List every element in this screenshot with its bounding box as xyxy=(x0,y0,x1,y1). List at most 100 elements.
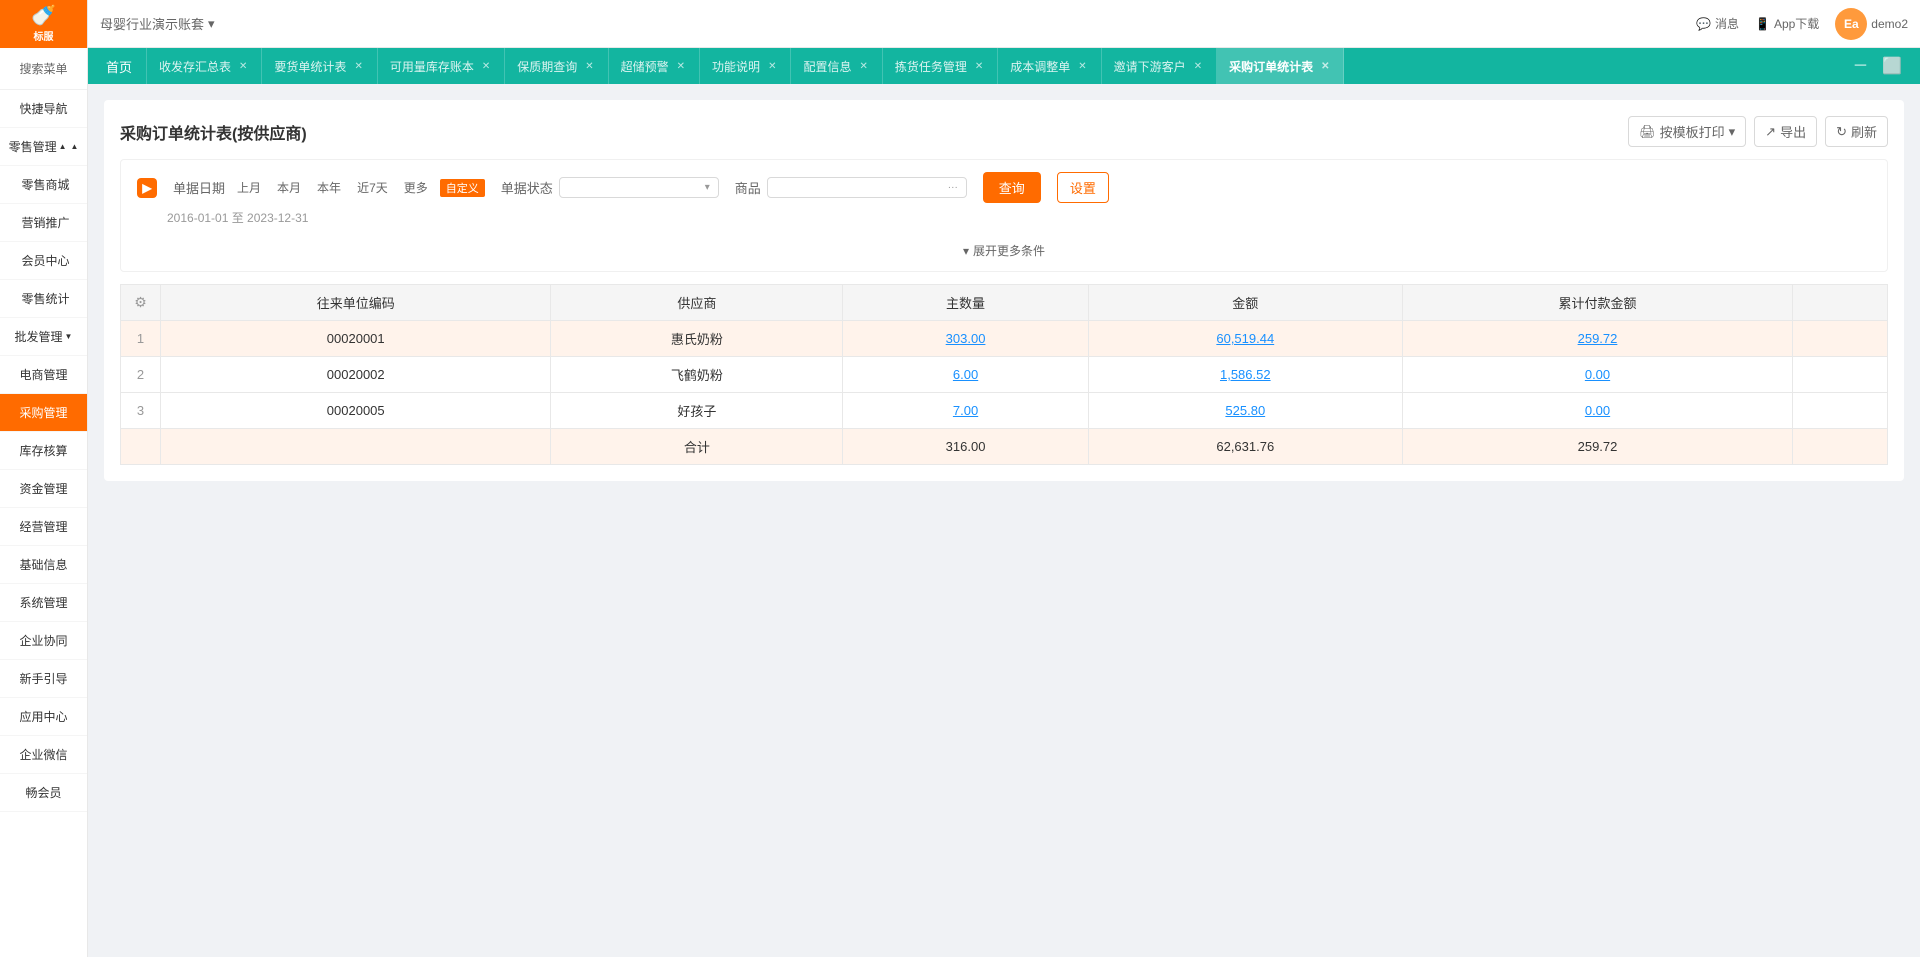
tab-gongneng-close[interactable]: ✕ xyxy=(766,59,778,74)
sidebar-item-batch[interactable]: 批发管理 ▼ xyxy=(0,318,87,356)
date-filter-label: 单据日期 xyxy=(173,178,225,197)
tab-baozhiqi[interactable]: 保质期查询 ✕ xyxy=(505,48,608,84)
export-button[interactable]: ↗ 导出 xyxy=(1754,116,1817,147)
message-label: 消息 xyxy=(1715,15,1739,32)
tab-chengben-close[interactable]: ✕ xyxy=(1076,59,1088,74)
sidebar-item-retail-stats[interactable]: 零售统计 xyxy=(0,280,87,318)
sidebar-item-finance[interactable]: 资金管理 xyxy=(0,470,87,508)
tab-caigou-close[interactable]: ✕ xyxy=(1319,59,1331,74)
tab-gongneng[interactable]: 功能说明 ✕ xyxy=(700,48,791,84)
sidebar-item-newbie[interactable]: 新手引导 xyxy=(0,660,87,698)
tab-caigou[interactable]: 采购订单统计表 ✕ xyxy=(1217,48,1344,84)
refresh-button[interactable]: ↻ 刷新 xyxy=(1825,116,1888,147)
tab-yaoqing-label: 邀请下游客户 xyxy=(1114,58,1186,75)
footer-empty1 xyxy=(121,429,161,465)
tab-home[interactable]: 首页 xyxy=(92,48,147,84)
sidebar-item-enterprise[interactable]: 企业协同 xyxy=(0,622,87,660)
shortcut-this-year[interactable]: 本年 xyxy=(311,177,347,198)
page-actions: 🖨 按模板打印 ▾ ↗ 导出 ↻ 刷新 xyxy=(1628,116,1888,147)
sidebar-item-retail[interactable]: 零售管理 ▲ xyxy=(0,128,87,166)
tab-yaohuodang[interactable]: 要货单统计表 ✕ xyxy=(262,48,377,84)
tab-peizhi-close[interactable]: ✕ xyxy=(857,59,869,74)
row2-supplier: 飞鹤奶粉 xyxy=(551,357,843,393)
sidebar-item-retail-mall[interactable]: 零售商城 xyxy=(0,166,87,204)
sidebar: 🍼 标服 搜索菜单 快捷导航 零售管理 ▲ 零售商城 营销推广 会员中心 零售统… xyxy=(0,0,88,957)
filter-area: ▶ 单据日期 上月 本月 本年 近7天 更多 自定义 xyxy=(120,159,1888,272)
filter-status-item: 单据状态 ▾ xyxy=(501,177,719,198)
logo: 🍼 标服 xyxy=(0,0,87,48)
footer-quantity: 316.00 xyxy=(843,429,1088,465)
tab-yaoqing[interactable]: 邀请下游客户 ✕ xyxy=(1102,48,1217,84)
user-name: demo2 xyxy=(1871,17,1908,31)
sidebar-item-appstore[interactable]: 应用中心 xyxy=(0,698,87,736)
sidebar-item-marketing[interactable]: 营销推广 xyxy=(0,204,87,242)
filter-date-item: 单据日期 上月 本月 本年 近7天 更多 自定义 xyxy=(173,177,485,198)
shortcut-7days[interactable]: 近7天 xyxy=(351,177,394,198)
custom-date-tag[interactable]: 自定义 xyxy=(440,179,485,197)
tab-zhuohuo-close[interactable]: ✕ xyxy=(973,59,985,74)
goods-select[interactable]: ··· xyxy=(767,177,967,198)
tab-shoufacun-close[interactable]: ✕ xyxy=(237,59,249,74)
shortcut-this-month[interactable]: 本月 xyxy=(271,177,307,198)
tab-shoufacun[interactable]: 收发存汇总表 ✕ xyxy=(147,48,262,84)
query-button[interactable]: 查询 xyxy=(983,172,1041,203)
sidebar-item-operation[interactable]: 经营管理 xyxy=(0,508,87,546)
tab-yaoqing-close[interactable]: ✕ xyxy=(1192,59,1204,74)
filter-expand-btn[interactable]: ▶ xyxy=(137,178,157,198)
expand-more-btn[interactable]: ▾ 展开更多条件 xyxy=(963,242,1045,259)
col-supplier-header: 供应商 xyxy=(551,285,843,321)
sidebar-item-wechat[interactable]: 企业微信 xyxy=(0,736,87,774)
tab-chaochu[interactable]: 超储预警 ✕ xyxy=(609,48,700,84)
tab-minimize-btn[interactable]: ─ xyxy=(1849,55,1872,77)
template-print-button[interactable]: 🖨 按模板打印 ▾ xyxy=(1628,116,1746,147)
app-download-btn[interactable]: 📱 App下载 xyxy=(1755,15,1819,32)
shortcut-more[interactable]: 更多 xyxy=(398,177,434,198)
topbar-right: 💬 消息 📱 App下载 Ea demo2 xyxy=(1696,8,1908,40)
tab-yaohuodang-close[interactable]: ✕ xyxy=(352,59,364,74)
sidebar-item-search[interactable]: 搜索菜单 xyxy=(0,48,87,90)
tab-zhuohuo-label: 拣货任务管理 xyxy=(895,58,967,75)
content-area: 采购订单统计表(按供应商) 🖨 按模板打印 ▾ ↗ 导出 ↻ 刷新 xyxy=(88,84,1920,957)
sidebar-item-vip[interactable]: 畅会员 xyxy=(0,774,87,812)
tab-shoufacun-label: 收发存汇总表 xyxy=(159,58,231,75)
workspace-selector[interactable]: 母婴行业演示账套 ▾ xyxy=(100,14,215,33)
row1-paid: 259.72 xyxy=(1402,321,1792,357)
settings-button[interactable]: 设置 xyxy=(1057,172,1109,203)
settings-icon[interactable]: ⚙ xyxy=(134,294,147,310)
tab-zhuohuo[interactable]: 拣货任务管理 ✕ xyxy=(883,48,998,84)
tab-keyongliang-close[interactable]: ✕ xyxy=(480,59,492,74)
tab-peizhi-label: 配置信息 xyxy=(803,58,851,75)
app-download-label: App下载 xyxy=(1774,15,1819,32)
col-extra xyxy=(1793,285,1888,321)
page-title: 采购订单统计表(按供应商) xyxy=(120,120,307,144)
search-menu-label[interactable]: 搜索菜单 xyxy=(6,56,81,81)
status-select[interactable]: ▾ xyxy=(559,177,719,198)
tab-keyongliang[interactable]: 可用量库存账本 ✕ xyxy=(378,48,505,84)
tab-baozhiqi-close[interactable]: ✕ xyxy=(583,59,595,74)
date-range-text: 2016-01-01 至 2023-12-31 xyxy=(167,211,308,225)
sidebar-item-inventory[interactable]: 库存核算 xyxy=(0,432,87,470)
row2-index: 2 xyxy=(121,357,161,393)
sidebar-item-ecom[interactable]: 电商管理 xyxy=(0,356,87,394)
tab-maximize-btn[interactable]: ⬜ xyxy=(1876,54,1908,78)
tab-chengben-label: 成本调整单 xyxy=(1010,58,1070,75)
tab-chaochu-close[interactable]: ✕ xyxy=(675,59,687,74)
sidebar-item-basic[interactable]: 基础信息 xyxy=(0,546,87,584)
sidebar-item-quick[interactable]: 快捷导航 xyxy=(0,90,87,128)
row3-extra xyxy=(1793,393,1888,429)
sidebar-item-purchase[interactable]: 采购管理 xyxy=(0,394,87,432)
user-menu[interactable]: Ea demo2 xyxy=(1835,8,1908,40)
tab-peizhi[interactable]: 配置信息 ✕ xyxy=(791,48,882,84)
tab-chengben[interactable]: 成本调整单 ✕ xyxy=(998,48,1101,84)
sidebar-item-member[interactable]: 会员中心 xyxy=(0,242,87,280)
print-icon: 🖨 xyxy=(1639,124,1656,140)
sidebar-item-system[interactable]: 系统管理 xyxy=(0,584,87,622)
shortcut-last-month[interactable]: 上月 xyxy=(231,177,267,198)
row1-amount: 60,519.44 xyxy=(1088,321,1402,357)
message-btn[interactable]: 💬 消息 xyxy=(1696,15,1739,32)
tab-caigou-label: 采购订单统计表 xyxy=(1229,58,1313,75)
row3-code: 00020005 xyxy=(161,393,551,429)
row1-index: 1 xyxy=(121,321,161,357)
footer-paid: 259.72 xyxy=(1402,429,1792,465)
date-shortcuts: 上月 本月 本年 近7天 更多 xyxy=(231,177,434,198)
